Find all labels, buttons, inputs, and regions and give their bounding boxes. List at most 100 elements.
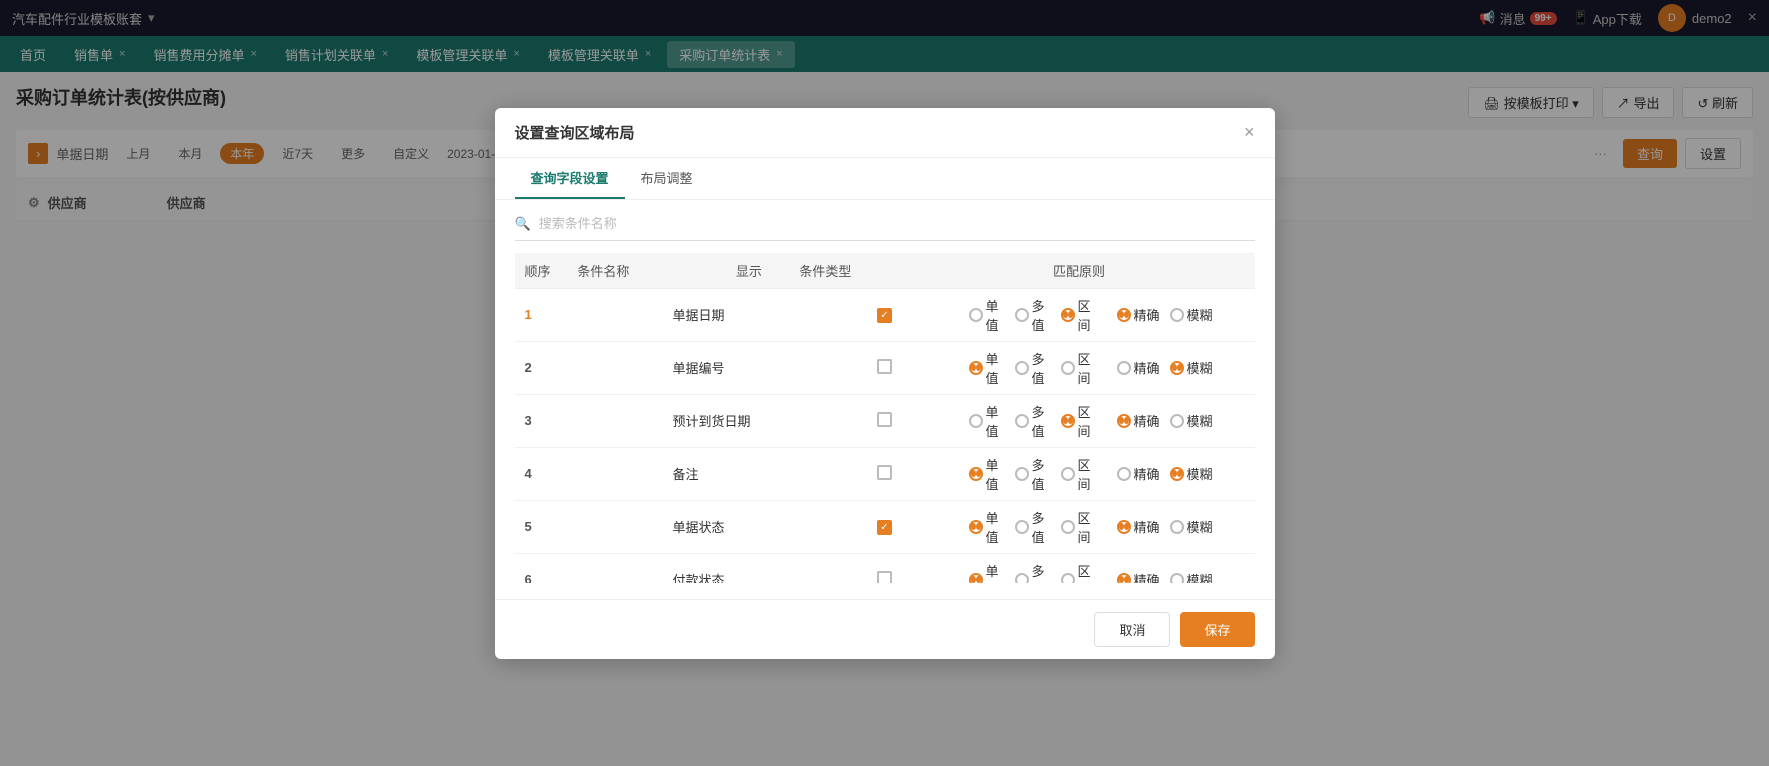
table-row: 6付款状态 单值 多值 区间 精确 模糊 [515,554,1255,583]
row-type: 单值 多值 区间 [959,342,1107,395]
match-radio-exact[interactable]: 精确 [1117,517,1160,536]
row-match: 精确 模糊 [1107,554,1255,583]
fields-table-body: 1单据日期 单值 多值 区间 精确 模糊 2单据编号 单值 多值 [515,289,1255,583]
row-match: 精确 模糊 [1107,448,1255,501]
match-radio-fuzzy[interactable]: 模糊 [1170,358,1213,377]
modal-body: 🔍 顺序 条件名称 显示 条件类型 匹配原则 [495,200,1275,599]
radio-circle [1117,520,1131,534]
radio-circle [1015,467,1029,481]
th-seq: 顺序 [515,253,568,289]
show-checkbox[interactable] [877,412,892,427]
row-seq: 1 [515,289,663,342]
type-radio-multi[interactable]: 多值 [1015,508,1051,546]
match-radio-fuzzy[interactable]: 模糊 [1170,517,1213,536]
show-checkbox[interactable] [877,308,892,323]
match-radio-exact[interactable]: 精确 [1117,411,1160,430]
type-radio-range[interactable]: 区间 [1061,455,1097,493]
radio-circle [1117,361,1131,375]
modal: 设置查询区域布局 × 查询字段设置 布局调整 🔍 [495,108,1275,659]
fields-table-container: 顺序 条件名称 显示 条件类型 匹配原则 1单据日期 单值 [515,253,1255,583]
search-input[interactable] [539,216,1255,231]
type-radio-multi[interactable]: 多值 [1015,455,1051,493]
row-name: 单据日期 [663,289,811,342]
row-name: 单据编号 [663,342,811,395]
match-radio-exact[interactable]: 精确 [1117,358,1160,377]
radio-circle [1170,308,1184,322]
row-type: 单值 多值 区间 [959,501,1107,554]
save-button[interactable]: 保存 [1180,612,1254,647]
show-checkbox[interactable] [877,359,892,374]
modal-header: 设置查询区域布局 × [495,108,1275,158]
type-radio-range[interactable]: 区间 [1061,561,1097,583]
row-seq: 2 [515,342,663,395]
row-type: 单值 多值 区间 [959,448,1107,501]
type-radio-single[interactable]: 单值 [969,296,1005,334]
type-radio-range[interactable]: 区间 [1061,349,1097,387]
type-radio-multi[interactable]: 多值 [1015,561,1051,583]
radio-circle [1117,573,1131,583]
type-radio-single[interactable]: 单值 [969,508,1005,546]
radio-circle [1061,414,1075,428]
match-radio-exact[interactable]: 精确 [1117,570,1160,583]
row-name: 预计到货日期 [663,395,811,448]
row-seq: 4 [515,448,663,501]
radio-circle [1117,467,1131,481]
radio-circle [1061,520,1075,534]
show-checkbox[interactable] [877,571,892,583]
modal-tab-layout-adjust[interactable]: 布局调整 [625,158,709,199]
search-bar: 🔍 [515,216,1255,241]
row-name: 付款状态 [663,554,811,583]
type-radio-single[interactable]: 单值 [969,349,1005,387]
radio-circle [1117,414,1131,428]
type-radio-range[interactable]: 区间 [1061,296,1097,334]
table-row: 3预计到货日期 单值 多值 区间 精确 模糊 [515,395,1255,448]
radio-circle [1061,308,1075,322]
type-radio-multi[interactable]: 多值 [1015,349,1051,387]
radio-circle [969,467,983,481]
table-row: 1单据日期 单值 多值 区间 精确 模糊 [515,289,1255,342]
type-radio-multi[interactable]: 多值 [1015,402,1051,440]
match-radio-fuzzy[interactable]: 模糊 [1170,305,1213,324]
modal-close-button[interactable]: × [1244,123,1255,141]
match-radio-exact[interactable]: 精确 [1117,305,1160,324]
modal-overlay: 设置查询区域布局 × 查询字段设置 布局调整 🔍 [0,0,1769,766]
row-show[interactable] [811,289,959,342]
row-show[interactable] [811,501,959,554]
radio-circle [1061,573,1075,583]
show-checkbox[interactable] [877,520,892,535]
radio-circle [1015,520,1029,534]
th-show: 显示 [726,253,789,289]
type-radio-range[interactable]: 区间 [1061,508,1097,546]
row-show[interactable] [811,554,959,583]
search-icon: 🔍 [515,216,531,232]
radio-circle [1170,520,1184,534]
match-radio-fuzzy[interactable]: 模糊 [1170,411,1213,430]
radio-circle [1061,361,1075,375]
radio-circle [969,520,983,534]
match-radio-exact[interactable]: 精确 [1117,464,1160,483]
table-row: 2单据编号 单值 多值 区间 精确 模糊 [515,342,1255,395]
row-match: 精确 模糊 [1107,342,1255,395]
modal-tabs: 查询字段设置 布局调整 [495,158,1275,200]
type-radio-single[interactable]: 单值 [969,561,1005,583]
row-show[interactable] [811,448,959,501]
type-radio-range[interactable]: 区间 [1061,402,1097,440]
match-radio-fuzzy[interactable]: 模糊 [1170,464,1213,483]
type-radio-multi[interactable]: 多值 [1015,296,1051,334]
type-radio-single[interactable]: 单值 [969,402,1005,440]
show-checkbox[interactable] [877,465,892,480]
row-match: 精确 模糊 [1107,289,1255,342]
th-match: 匹配原则 [1043,253,1254,289]
type-radio-single[interactable]: 单值 [969,455,1005,493]
radio-circle [1015,308,1029,322]
row-show[interactable] [811,395,959,448]
radio-circle [1170,467,1184,481]
radio-circle [969,308,983,322]
row-seq: 5 [515,501,663,554]
cancel-button[interactable]: 取消 [1094,612,1170,647]
match-radio-fuzzy[interactable]: 模糊 [1170,570,1213,583]
row-match: 精确 模糊 [1107,501,1255,554]
modal-tab-field-settings[interactable]: 查询字段设置 [515,158,625,199]
row-show[interactable] [811,342,959,395]
th-name: 条件名称 [567,253,726,289]
